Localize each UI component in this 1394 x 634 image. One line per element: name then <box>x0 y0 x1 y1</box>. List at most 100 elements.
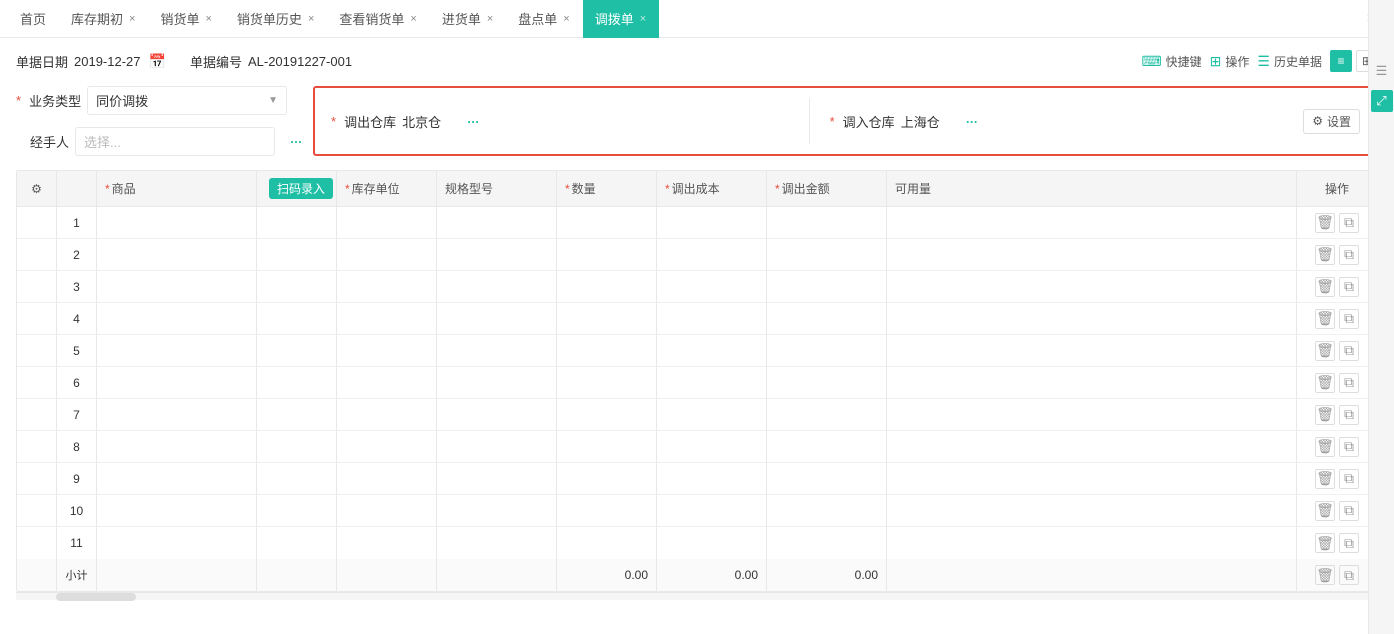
delete-icon[interactable]: 🗑 <box>1315 501 1335 521</box>
close-icon[interactable]: × <box>640 13 646 25</box>
td-ops-2: 🗑 ⧉ <box>1297 239 1377 270</box>
close-icon[interactable]: × <box>563 13 569 25</box>
th-ops: 操作 <box>1297 171 1377 206</box>
close-icon[interactable]: × <box>308 13 314 25</box>
td-product-3[interactable] <box>97 271 257 302</box>
delete-icon[interactable]: 🗑 <box>1315 565 1335 585</box>
sidebar-doc-icon[interactable]: ☰ <box>1371 60 1393 82</box>
copy-icon[interactable]: ⧉ <box>1339 341 1359 361</box>
table-header: ⚙ 商品 扫码录入 库存单位 规格型号 数量 调出成本 调出金额 可用量 操作 <box>17 171 1377 207</box>
copy-icon[interactable]: ⧉ <box>1339 469 1359 489</box>
in-warehouse-label: 调入仓库 <box>843 112 895 131</box>
handler-more-button[interactable]: ··· <box>289 131 301 152</box>
business-type-label: 业务类型 <box>29 91 81 110</box>
delete-icon[interactable]: 🗑 <box>1315 213 1335 233</box>
history-button[interactable]: ☰ 历史单据 <box>1257 53 1322 70</box>
shortcuts-button[interactable]: ⌨ 快捷键 <box>1141 53 1201 70</box>
td-cost-10 <box>657 495 767 526</box>
business-type-select[interactable]: 同价调拨 ▼ <box>87 86 287 115</box>
th-cost: 调出成本 <box>657 171 767 206</box>
close-icon[interactable]: × <box>410 13 416 25</box>
copy-icon[interactable]: ⧉ <box>1339 405 1359 425</box>
delete-icon[interactable]: 🗑 <box>1315 373 1335 393</box>
td-amount-7 <box>767 399 887 430</box>
tab-home[interactable]: 首页 <box>8 0 59 38</box>
delete-icon[interactable]: 🗑 <box>1315 309 1335 329</box>
td-qty-9 <box>557 463 657 494</box>
business-type-value: 同价调拨 <box>96 91 148 110</box>
copy-icon[interactable]: ⧉ <box>1339 533 1359 553</box>
copy-icon[interactable]: ⧉ <box>1339 501 1359 521</box>
table-row: 9 🗑 ⧉ <box>17 463 1377 495</box>
th-settings[interactable]: ⚙ <box>17 171 57 206</box>
td-unit-10 <box>337 495 437 526</box>
td-product-2[interactable] <box>97 239 257 270</box>
td-product-6[interactable] <box>97 367 257 398</box>
scroll-thumb[interactable] <box>56 593 136 601</box>
th-unit: 库存单位 <box>337 171 437 206</box>
in-warehouse-more-button[interactable]: ··· <box>965 111 977 132</box>
td-settings <box>17 303 57 334</box>
td-subtotal-cost: 0.00 <box>657 559 767 591</box>
copy-icon[interactable]: ⧉ <box>1339 373 1359 393</box>
sidebar-expand-icon[interactable]: ⤢ <box>1371 90 1393 112</box>
copy-icon[interactable]: ⧉ <box>1339 309 1359 329</box>
tab-inventory-check[interactable]: 盘点单 × <box>506 0 582 38</box>
td-product-10[interactable] <box>97 495 257 526</box>
td-cost-11 <box>657 527 767 559</box>
scan-button[interactable]: 扫码录入 <box>269 178 333 199</box>
tab-sales-history[interactable]: 销货单历史 × <box>225 0 327 38</box>
delete-icon[interactable]: 🗑 <box>1315 277 1335 297</box>
required-star: * <box>331 114 336 129</box>
tab-bar: 首页 库存期初 × 销货单 × 销货单历史 × 查看销货单 × 进货单 × 盘点… <box>0 0 1394 38</box>
td-avail-10 <box>887 495 1297 526</box>
td-product-1[interactable] <box>97 207 257 238</box>
out-warehouse-label: 调出仓库 <box>344 112 396 131</box>
date-value: 2019-12-27 <box>74 54 141 69</box>
calendar-icon[interactable]: 📅 <box>149 53 166 70</box>
handler-select[interactable]: 选择... <box>75 127 275 156</box>
td-product-9[interactable] <box>97 463 257 494</box>
tab-sales-order[interactable]: 销货单 × <box>148 0 224 38</box>
layout-list-icon[interactable]: ≡ <box>1330 50 1352 72</box>
table-row: 10 🗑 ⧉ <box>17 495 1377 527</box>
copy-icon[interactable]: ⧉ <box>1339 277 1359 297</box>
td-product-4[interactable] <box>97 303 257 334</box>
copy-icon[interactable]: ⧉ <box>1339 245 1359 265</box>
horizontal-scrollbar[interactable] <box>16 592 1378 600</box>
delete-icon[interactable]: 🗑 <box>1315 245 1335 265</box>
tab-view-sales[interactable]: 查看销货单 × <box>327 0 429 38</box>
out-warehouse-more-button[interactable]: ··· <box>466 111 478 132</box>
td-product-11[interactable] <box>97 527 257 559</box>
td-subtotal-qty: 0.00 <box>557 559 657 591</box>
tab-purchase-order[interactable]: 进货单 × <box>430 0 506 38</box>
close-icon[interactable]: × <box>487 13 493 25</box>
handler-placeholder: 选择... <box>84 132 121 151</box>
close-icon[interactable]: × <box>129 13 135 25</box>
delete-icon[interactable]: 🗑 <box>1315 533 1335 553</box>
td-unit <box>337 559 437 591</box>
td-unit-1 <box>337 207 437 238</box>
settings-button[interactable]: ⚙ 设置 <box>1303 109 1360 134</box>
copy-icon[interactable]: ⧉ <box>1339 213 1359 233</box>
tab-inventory-init[interactable]: 库存期初 × <box>59 0 148 38</box>
td-product-5[interactable] <box>97 335 257 366</box>
td-spec-10 <box>437 495 557 526</box>
delete-icon[interactable]: 🗑 <box>1315 405 1335 425</box>
operations-button[interactable]: ⊞ 操作 <box>1210 53 1250 70</box>
tab-transfer-order[interactable]: 调拨单 × <box>583 0 659 38</box>
td-scan-9 <box>257 463 337 494</box>
td-qty-4 <box>557 303 657 334</box>
delete-icon[interactable]: 🗑 <box>1315 437 1335 457</box>
td-seq: 小计 <box>57 559 97 591</box>
delete-icon[interactable]: 🗑 <box>1315 469 1335 489</box>
table-row: 3 🗑 ⧉ <box>17 271 1377 303</box>
td-settings <box>17 399 57 430</box>
copy-icon[interactable]: ⧉ <box>1339 565 1359 585</box>
close-icon[interactable]: × <box>205 13 211 25</box>
delete-icon[interactable]: 🗑 <box>1315 341 1335 361</box>
table-row: 2 🗑 ⧉ <box>17 239 1377 271</box>
td-product-8[interactable] <box>97 431 257 462</box>
copy-icon[interactable]: ⧉ <box>1339 437 1359 457</box>
td-product-7[interactable] <box>97 399 257 430</box>
